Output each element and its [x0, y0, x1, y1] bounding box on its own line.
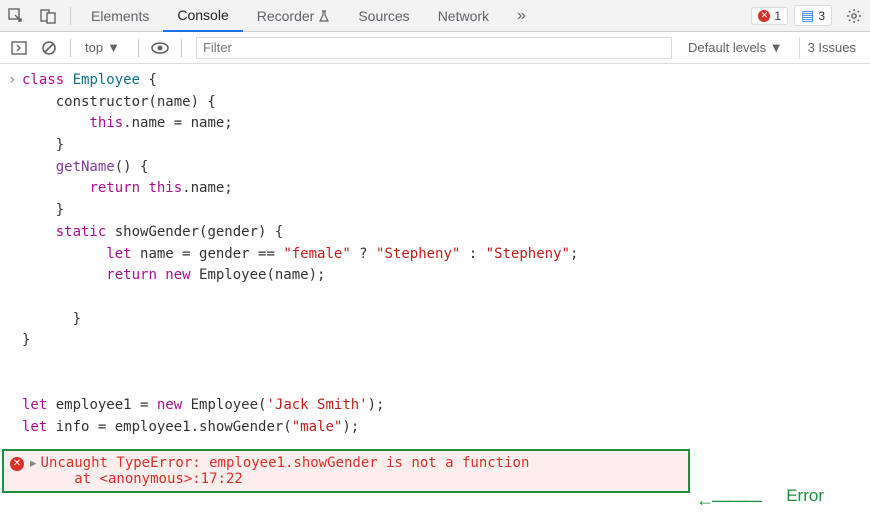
separator [70, 7, 71, 25]
chevron-down-icon: ▼ [770, 40, 783, 55]
live-expression-icon[interactable] [147, 35, 173, 61]
separator [70, 39, 71, 57]
status-badges: ✕1 ▤3 [751, 5, 832, 26]
separator [138, 39, 139, 57]
code-block: class Employee { constructor(name) { thi… [22, 70, 578, 439]
console-input-row[interactable]: › class Employee { constructor(name) { t… [8, 70, 862, 439]
separator [181, 39, 182, 57]
error-dot-icon: ✕ [758, 10, 770, 22]
settings-icon[interactable] [840, 2, 868, 30]
errors-badge[interactable]: ✕1 [751, 7, 788, 25]
annotation-arrow: ←——— [696, 490, 760, 511]
inspect-icon[interactable] [2, 2, 30, 30]
tab-overflow[interactable]: » [503, 0, 540, 32]
console-error-row[interactable]: ✕ ▸ Uncaught TypeError: employee1.showGe… [2, 449, 690, 493]
expand-icon[interactable]: › [8, 70, 22, 92]
error-text: Uncaught TypeError: employee1.showGender… [41, 455, 530, 487]
chevron-down-icon: ▼ [107, 40, 120, 55]
tab-sources[interactable]: Sources [344, 0, 423, 32]
tab-recorder[interactable]: Recorder [243, 0, 345, 32]
console-toolbar: top▼ Default levels ▼ 3 Issues [0, 32, 870, 64]
console-output: › class Employee { constructor(name) { t… [0, 64, 870, 445]
issues-button[interactable]: 3 Issues [799, 37, 864, 59]
device-toggle-icon[interactable] [34, 2, 62, 30]
devtools-topbar: Elements Console Recorder Sources Networ… [0, 0, 870, 32]
flask-icon [318, 10, 330, 22]
message-icon: ▤ [801, 7, 814, 24]
tab-elements[interactable]: Elements [77, 0, 163, 32]
sidebar-toggle-icon[interactable] [6, 35, 32, 61]
expand-icon[interactable]: ▸ [30, 455, 37, 471]
messages-badge[interactable]: ▤3 [794, 5, 832, 26]
filter-input[interactable] [196, 37, 672, 59]
clear-console-icon[interactable] [36, 35, 62, 61]
tab-network[interactable]: Network [424, 0, 503, 32]
panel-tabs: Elements Console Recorder Sources Networ… [77, 0, 751, 32]
log-levels-selector[interactable]: Default levels ▼ [682, 40, 789, 55]
tab-console[interactable]: Console [163, 0, 242, 32]
error-icon: ✕ [10, 457, 24, 471]
annotation-label: Error [786, 486, 824, 506]
context-selector[interactable]: top▼ [79, 40, 130, 55]
